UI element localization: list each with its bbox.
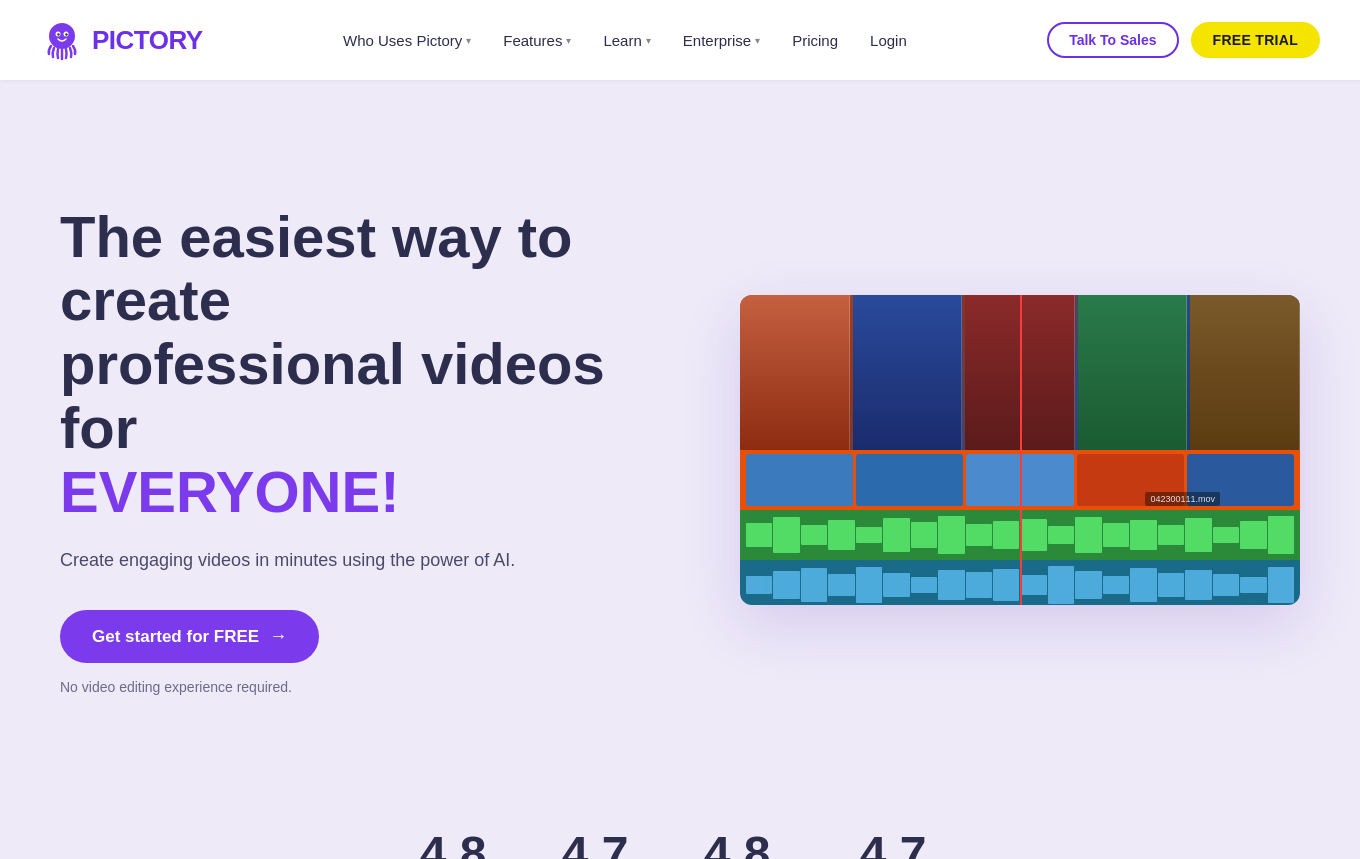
nav-item-login: Login <box>858 26 919 55</box>
cta-label: Get started for FREE <box>92 627 259 647</box>
hero-subtitle: Create engaging videos in minutes using … <box>60 547 665 574</box>
wave-bar <box>1185 518 1211 552</box>
logo-link[interactable]: PICTORY <box>40 18 203 62</box>
nav-links: Who Uses Pictory ▾ Features ▾ Learn ▾ En… <box>331 26 919 55</box>
rating-score-capterra: 4.7 <box>562 830 629 859</box>
wave-bar <box>1240 521 1266 549</box>
wave-bar <box>966 524 992 546</box>
nav-item-learn: Learn ▾ <box>591 26 662 55</box>
svg-point-3 <box>57 33 59 35</box>
wave-bar <box>1268 567 1294 603</box>
wave-bar <box>828 574 854 596</box>
wave-bar <box>911 577 937 593</box>
wave-bar <box>1213 574 1239 596</box>
wave-bar <box>856 527 882 543</box>
video-thumb-1 <box>740 295 850 455</box>
video-thumb-5 <box>1190 295 1300 455</box>
nav-item-features: Features ▾ <box>491 26 583 55</box>
wave-bar <box>883 573 909 597</box>
wave-bar <box>1075 517 1101 553</box>
nav-link-who-uses[interactable]: Who Uses Pictory ▾ <box>331 26 483 55</box>
nav-link-pricing[interactable]: Pricing <box>780 26 850 55</box>
ratings-section: 4.8 ★ ★ ★ ★ ★ G2 4.7 ★ ★ ★ ★ ★ <box>0 800 1360 859</box>
wave-bar <box>1130 568 1156 602</box>
hero-headline-accent: EVERYONE! <box>60 459 399 524</box>
nav-actions: Talk To Sales FREE TRIAL <box>1047 22 1320 58</box>
talk-to-sales-button[interactable]: Talk To Sales <box>1047 22 1178 58</box>
wave-bar <box>1020 519 1046 551</box>
clip-2 <box>856 454 963 506</box>
nav-link-enterprise[interactable]: Enterprise ▾ <box>671 26 772 55</box>
rating-score-g2: 4.8 <box>420 830 487 859</box>
video-file-label: 042300111.mov <box>1145 492 1220 506</box>
wave-bar <box>801 525 827 545</box>
hero-content: The easiest way to create professional v… <box>60 205 705 696</box>
hero-image: 042300111.mov <box>705 295 1300 605</box>
wave-bar <box>801 568 827 602</box>
chevron-down-icon: ▾ <box>646 35 651 46</box>
wave-bar <box>1213 527 1239 543</box>
wave-bar <box>773 517 799 553</box>
wave-bar <box>773 571 799 599</box>
clip-1 <box>746 454 853 506</box>
video-editor-preview: 042300111.mov <box>740 295 1300 605</box>
hero-section: The easiest way to create professional v… <box>0 80 1360 800</box>
logo-icon <box>40 18 84 62</box>
chevron-down-icon: ▾ <box>466 35 471 46</box>
nav-link-learn[interactable]: Learn ▾ <box>591 26 662 55</box>
free-trial-button[interactable]: FREE TRIAL <box>1191 22 1320 58</box>
playhead-indicator <box>1020 295 1022 605</box>
chevron-down-icon: ▾ <box>755 35 760 46</box>
chevron-down-icon: ▾ <box>566 35 571 46</box>
wave-bar <box>828 520 854 550</box>
hero-headline: The easiest way to create professional v… <box>60 205 665 524</box>
wave-bar <box>1103 576 1129 594</box>
svg-point-0 <box>49 23 75 49</box>
wave-bar <box>993 521 1019 549</box>
rating-capterra: 4.7 ★ ★ ★ ★ ★ Capterra <box>554 830 636 859</box>
wave-bar <box>966 572 992 598</box>
arrow-icon: → <box>269 626 287 647</box>
nav-link-login[interactable]: Login <box>858 26 919 55</box>
wave-bar <box>1268 516 1294 554</box>
wave-bar <box>1240 577 1266 593</box>
nav-item-pricing: Pricing <box>780 26 850 55</box>
wave-bar <box>746 576 772 594</box>
nav-item-enterprise: Enterprise ▾ <box>671 26 772 55</box>
hero-disclaimer: No video editing experience required. <box>60 679 665 695</box>
wave-bar <box>856 567 882 603</box>
wave-bar <box>1185 570 1211 600</box>
wave-bar <box>1130 520 1156 550</box>
wave-bar <box>911 522 937 548</box>
hero-headline-line2: professional videos for <box>60 331 605 460</box>
navbar: PICTORY Who Uses Pictory ▾ Features ▾ Le… <box>0 0 1360 80</box>
wave-bar <box>938 516 964 554</box>
rating-score-software-advice: 4.7 <box>860 830 927 859</box>
wave-bar <box>993 569 1019 601</box>
video-thumb-4 <box>1078 295 1188 455</box>
wave-bar <box>938 570 964 600</box>
wave-bar <box>746 523 772 547</box>
video-thumb-2 <box>853 295 963 455</box>
wave-bar <box>1158 525 1184 545</box>
logo-text: PICTORY <box>92 25 203 56</box>
wave-bar <box>883 518 909 552</box>
wave-bar <box>1048 526 1074 544</box>
wave-bar <box>1158 573 1184 597</box>
rating-feefo: 4.8 ★ ★ ★ ★ ★ feefo co <box>696 830 778 859</box>
get-started-button[interactable]: Get started for FREE → <box>60 610 319 663</box>
wave-bar <box>1075 571 1101 599</box>
rating-software-advice: 4.7 ★ ★ ★ ★ ★ Software Advice ™ <box>838 830 948 859</box>
nav-item-who-uses: Who Uses Pictory ▾ <box>331 26 483 55</box>
wave-bar <box>1048 566 1074 604</box>
nav-link-features[interactable]: Features ▾ <box>491 26 583 55</box>
wave-bar <box>1103 523 1129 547</box>
rating-score-feefo: 4.8 <box>704 830 771 859</box>
wave-bar <box>1020 575 1046 595</box>
hero-headline-line1: The easiest way to create <box>60 204 573 333</box>
rating-g2: 4.8 ★ ★ ★ ★ ★ G2 <box>412 830 494 859</box>
svg-point-4 <box>65 33 67 35</box>
